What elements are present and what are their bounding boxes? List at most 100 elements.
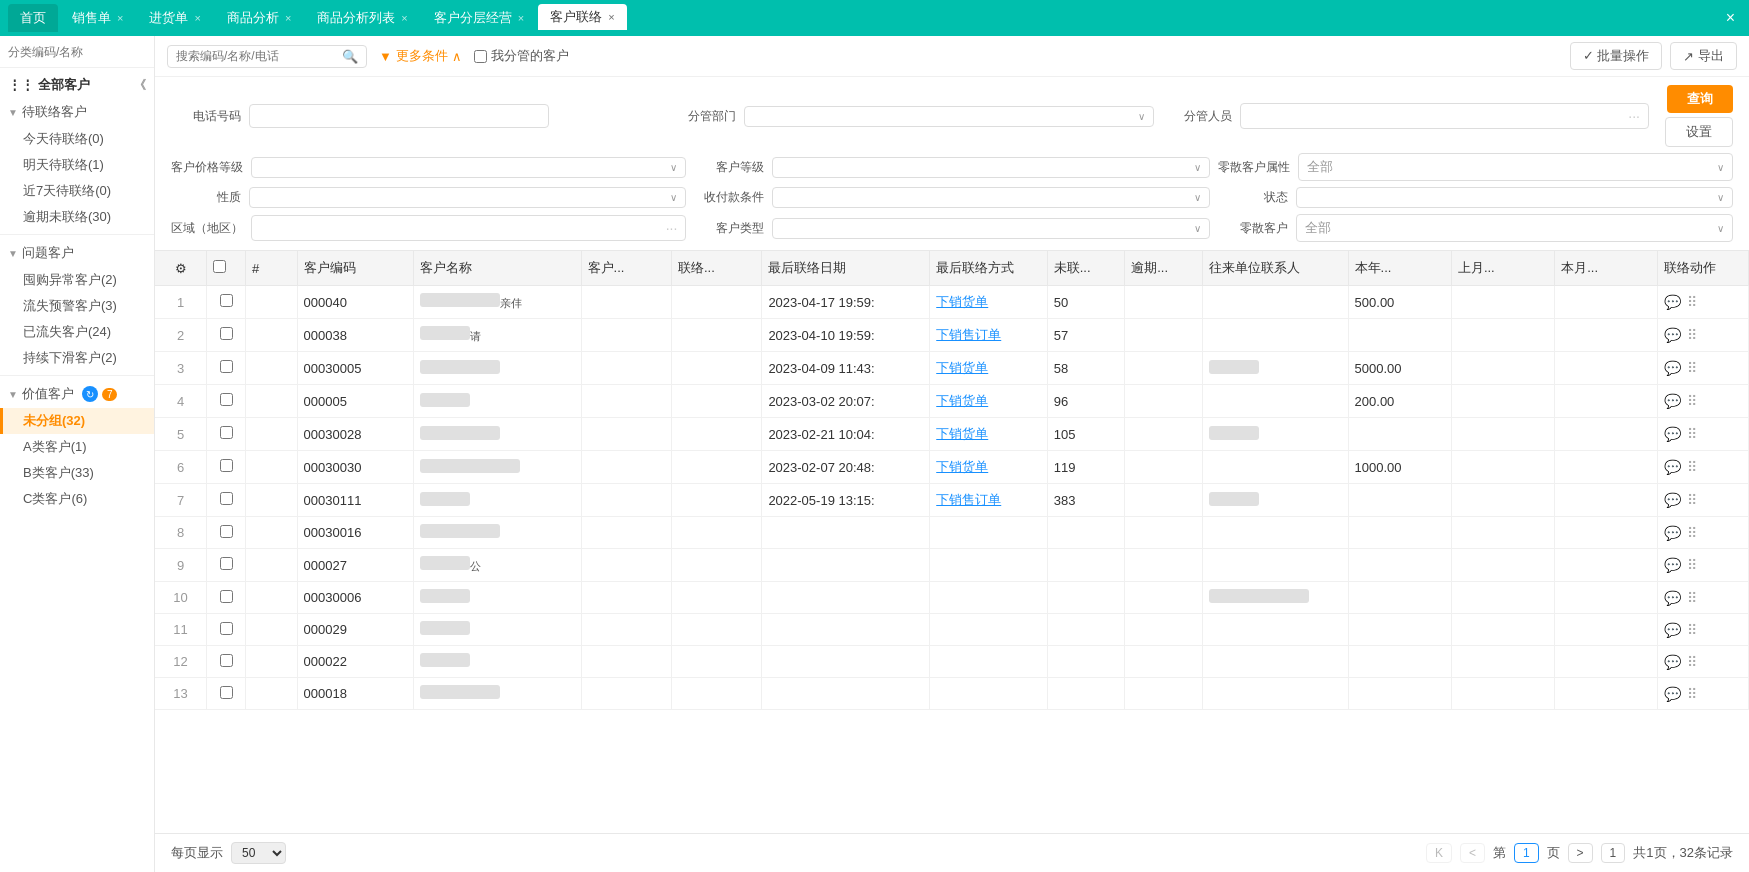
th-thisyear[interactable]: 本年...: [1348, 251, 1451, 286]
sidebar-item-week[interactable]: 近7天待联络(0): [0, 178, 154, 204]
sidebar-search-input[interactable]: [8, 45, 155, 59]
filter-search-input[interactable]: [176, 49, 338, 63]
filter-search-box[interactable]: 🔍: [167, 45, 367, 68]
query-button[interactable]: 查询: [1667, 85, 1733, 113]
th-overdue[interactable]: 逾期...: [1125, 251, 1202, 286]
row-check[interactable]: [207, 614, 246, 646]
person-more-icon[interactable]: ···: [1628, 108, 1640, 124]
customer-contact-tab-close[interactable]: ×: [608, 11, 614, 23]
sidebar-item-abnormal[interactable]: 囤购异常客户(2): [0, 267, 154, 293]
th-checkbox[interactable]: [207, 251, 246, 286]
th-last-date[interactable]: 最后联络日期: [762, 251, 930, 286]
th-last-way[interactable]: 最后联络方式: [930, 251, 1048, 286]
row-check[interactable]: [207, 549, 246, 582]
customer-level-select[interactable]: ∨: [772, 157, 1209, 178]
product-analysis-list-tab-close[interactable]: ×: [401, 12, 407, 24]
th-settings[interactable]: ⚙: [155, 251, 207, 286]
tab-sales[interactable]: 销售单 ×: [60, 4, 135, 32]
chat-icon[interactable]: 💬: [1664, 426, 1681, 442]
area-select[interactable]: ···: [251, 215, 686, 241]
row-check[interactable]: [207, 646, 246, 678]
price-level-select[interactable]: ∨: [251, 157, 686, 178]
tab-product-analysis-list[interactable]: 商品分析列表 ×: [305, 4, 419, 32]
more-icon[interactable]: ⠿: [1687, 459, 1697, 475]
page-first-button[interactable]: K: [1426, 843, 1452, 863]
row-check[interactable]: [207, 451, 246, 484]
person-select[interactable]: ···: [1240, 103, 1649, 129]
purchase-tab-close[interactable]: ×: [194, 12, 200, 24]
sidebar-item-overdue[interactable]: 逾期未联络(30): [0, 204, 154, 230]
more-icon[interactable]: ⠿: [1687, 557, 1697, 573]
row-check[interactable]: [207, 286, 246, 319]
tab-customer-segment[interactable]: 客户分层经营 ×: [422, 4, 536, 32]
more-icon[interactable]: ⠿: [1687, 294, 1697, 310]
chat-icon[interactable]: 💬: [1664, 590, 1681, 606]
chat-icon[interactable]: 💬: [1664, 622, 1681, 638]
chat-icon[interactable]: 💬: [1664, 459, 1681, 475]
more-icon[interactable]: ⠿: [1687, 686, 1697, 702]
tab-purchase[interactable]: 进货单 ×: [137, 4, 212, 32]
chat-icon[interactable]: 💬: [1664, 360, 1681, 376]
sidebar-item-today[interactable]: 今天待联络(0): [0, 126, 154, 152]
zero-attr-select[interactable]: 全部 ∨: [1298, 153, 1733, 181]
more-icon[interactable]: ⠿: [1687, 525, 1697, 541]
row-last-way[interactable]: 下销货单: [930, 385, 1048, 418]
sidebar-all-customers-header[interactable]: ⋮⋮ 全部客户 《: [0, 68, 154, 98]
th-contacts[interactable]: 往来单位联系人: [1202, 251, 1348, 286]
zero-customer-select[interactable]: 全部 ∨: [1296, 214, 1733, 242]
customer-segment-tab-close[interactable]: ×: [518, 12, 524, 24]
batch-operation-button[interactable]: ✓ 批量操作: [1570, 42, 1662, 70]
chat-icon[interactable]: 💬: [1664, 492, 1681, 508]
row-check[interactable]: [207, 484, 246, 517]
customer-type-select[interactable]: ∨: [772, 218, 1209, 239]
filter-search-icon[interactable]: 🔍: [342, 49, 358, 64]
filter-more-conditions[interactable]: ▼ 更多条件 ∧: [379, 47, 462, 65]
chat-icon[interactable]: 💬: [1664, 393, 1681, 409]
chat-icon[interactable]: 💬: [1664, 327, 1681, 343]
row-check[interactable]: [207, 319, 246, 352]
more-icon[interactable]: ⠿: [1687, 393, 1697, 409]
more-icon[interactable]: ⠿: [1687, 492, 1697, 508]
row-last-way[interactable]: 下销货单: [930, 286, 1048, 319]
th-thismonth[interactable]: 本月...: [1555, 251, 1658, 286]
sidebar-item-class-a[interactable]: A类客户(1): [0, 434, 154, 460]
more-icon[interactable]: ⠿: [1687, 654, 1697, 670]
product-analysis-tab-close[interactable]: ×: [285, 12, 291, 24]
more-icon[interactable]: ⠿: [1687, 360, 1697, 376]
th-lastmonth[interactable]: 上月...: [1451, 251, 1554, 286]
sidebar-group-pending[interactable]: ▼ 待联络客户: [0, 98, 154, 126]
tab-home[interactable]: 首页: [8, 4, 58, 32]
window-close-button[interactable]: ×: [1720, 7, 1741, 29]
sidebar-item-class-b[interactable]: B类客户(33): [0, 460, 154, 486]
row-check[interactable]: [207, 517, 246, 549]
page-last-button[interactable]: 1: [1601, 843, 1626, 863]
payment-select[interactable]: ∨: [772, 187, 1209, 208]
sidebar-collapse-icon[interactable]: 《: [134, 77, 146, 94]
row-check[interactable]: [207, 352, 246, 385]
my-customers-checkbox[interactable]: 我分管的客户: [474, 47, 569, 65]
row-last-way[interactable]: 下销货单: [930, 451, 1048, 484]
sidebar-item-declining[interactable]: 持续下滑客户(2): [0, 345, 154, 371]
gender-select[interactable]: ∨: [249, 187, 686, 208]
sales-tab-close[interactable]: ×: [117, 12, 123, 24]
export-button[interactable]: ↗ 导出: [1670, 42, 1737, 70]
row-check[interactable]: [207, 418, 246, 451]
chat-icon[interactable]: 💬: [1664, 557, 1681, 573]
row-last-way[interactable]: 下销货单: [930, 352, 1048, 385]
tab-product-analysis[interactable]: 商品分析 ×: [215, 4, 303, 32]
reset-button[interactable]: 设置: [1665, 117, 1733, 147]
row-last-way[interactable]: 下销货单: [930, 418, 1048, 451]
status-select[interactable]: ∨: [1296, 187, 1733, 208]
settings-icon[interactable]: ⚙: [175, 261, 187, 276]
sidebar-item-tomorrow[interactable]: 明天待联络(1): [0, 152, 154, 178]
chat-icon[interactable]: 💬: [1664, 686, 1681, 702]
value-group-refresh-icon[interactable]: ↻: [82, 386, 98, 402]
row-check[interactable]: [207, 678, 246, 710]
select-all-checkbox[interactable]: [213, 260, 226, 273]
dept-select[interactable]: ∨: [744, 106, 1153, 127]
more-icon[interactable]: ⠿: [1687, 327, 1697, 343]
per-page-select[interactable]: 50 100 200: [231, 842, 286, 864]
th-name[interactable]: 客户名称: [413, 251, 581, 286]
sidebar-item-churned[interactable]: 已流失客户(24): [0, 319, 154, 345]
th-type[interactable]: 客户...: [581, 251, 671, 286]
